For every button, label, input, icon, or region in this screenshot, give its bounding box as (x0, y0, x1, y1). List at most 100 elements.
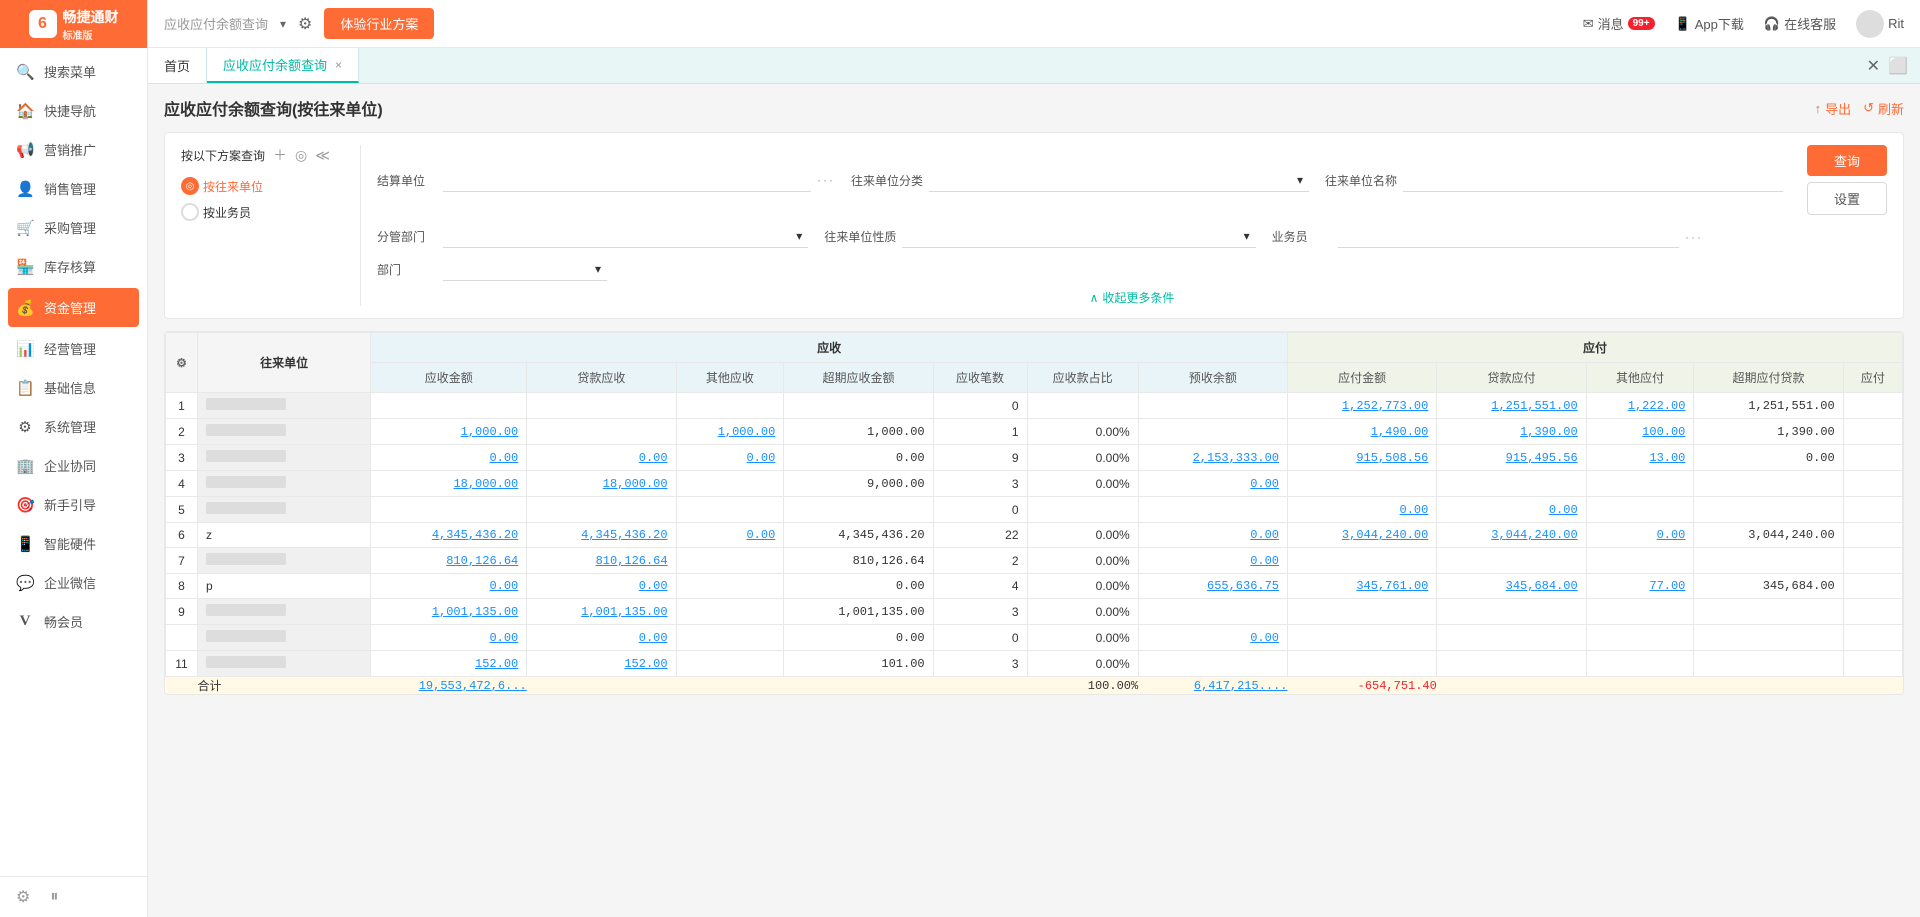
salesperson-input[interactable] (1338, 225, 1679, 248)
table-cell[interactable] (1586, 548, 1694, 574)
tab-home[interactable]: 首页 (148, 48, 207, 83)
table-cell[interactable] (1288, 548, 1437, 574)
table-cell[interactable]: 0.00 (1138, 523, 1287, 548)
header-dropdown[interactable]: ▾ (280, 17, 286, 31)
company-dots[interactable]: ··· (817, 173, 835, 187)
table-cell[interactable] (1586, 625, 1694, 651)
table-cell[interactable]: 77.00 (1586, 574, 1694, 599)
table-cell[interactable] (371, 393, 527, 419)
table-cell[interactable] (1437, 625, 1586, 651)
header-app[interactable]: 📱 App下载 (1675, 14, 1744, 33)
table-cell[interactable]: 152.00 (527, 651, 676, 677)
table-cell[interactable]: 0.00 (1138, 625, 1287, 651)
add-filter-icon[interactable]: ＋ (273, 145, 287, 165)
sidebar-item-basic[interactable]: 📋 基础信息 (0, 368, 147, 407)
sidebar-item-guide[interactable]: 🎯 新手引导 (0, 485, 147, 524)
table-cell[interactable] (1586, 471, 1694, 497)
sidebar-item-enterprise[interactable]: 🏢 企业协同 (0, 446, 147, 485)
sidebar-item-hardware[interactable]: 📱 智能硬件 (0, 524, 147, 563)
close-window-icon[interactable]: ✕ (1867, 56, 1880, 76)
sidebar-item-system[interactable]: ⚙ 系统管理 (0, 407, 147, 446)
tab-close-icon[interactable]: × (335, 58, 342, 72)
table-cell[interactable] (1437, 651, 1586, 677)
table-cell[interactable]: 1,390.00 (1437, 419, 1586, 445)
table-cell[interactable]: 1,000.00 (371, 419, 527, 445)
table-cell[interactable] (676, 393, 784, 419)
table-cell[interactable] (527, 393, 676, 419)
table-cell[interactable]: 0.00 (1288, 497, 1437, 523)
company-input[interactable] (443, 169, 811, 192)
header-service[interactable]: 🎧 在线客服 (1764, 14, 1836, 33)
table-cell[interactable] (1288, 599, 1437, 625)
table-cell[interactable]: 0.00 (527, 445, 676, 471)
table-cell[interactable] (1138, 497, 1287, 523)
header-message[interactable]: ✉ 消息 99+ (1583, 14, 1655, 33)
table-cell[interactable]: 100.00 (1586, 419, 1694, 445)
tab-arbalance[interactable]: 应收应付余额查询 × (207, 48, 359, 83)
table-cell[interactable]: 152.00 (371, 651, 527, 677)
export-button[interactable]: ↑ 导出 (1815, 99, 1852, 118)
dept-select[interactable]: ▾ (443, 225, 808, 248)
table-cell[interactable]: 0.00 (1138, 471, 1287, 497)
table-cell[interactable]: 0.00 (527, 574, 676, 599)
table-cell[interactable]: 915,495.56 (1437, 445, 1586, 471)
gear-icon[interactable]: ⚙ (176, 356, 187, 370)
refresh-button[interactable]: ↺ 刷新 (1863, 99, 1904, 118)
table-cell[interactable]: 655,636.75 (1138, 574, 1287, 599)
table-cell[interactable] (1437, 599, 1586, 625)
footer-settings-icon[interactable]: ⚙ (16, 887, 30, 907)
sidebar-item-purchase[interactable]: 🛒 采购管理 (0, 208, 147, 247)
table-cell[interactable]: 345,684.00 (1437, 574, 1586, 599)
table-cell[interactable]: 18,000.00 (371, 471, 527, 497)
table-cell[interactable]: 1,222.00 (1586, 393, 1694, 419)
table-cell[interactable]: 0.00 (371, 445, 527, 471)
table-cell[interactable]: 1,001,135.00 (371, 599, 527, 625)
sidebar-item-sales[interactable]: 👤 销售管理 (0, 169, 147, 208)
query-button[interactable]: 查询 (1807, 145, 1887, 176)
table-cell[interactable] (676, 471, 784, 497)
table-cell[interactable]: 18,000.00 (527, 471, 676, 497)
filter-option-customer[interactable]: ◎ 按往来单位 (181, 177, 344, 195)
table-cell[interactable]: 0.00 (1437, 497, 1586, 523)
sidebar-item-marketing[interactable]: 📢 营销推广 (0, 130, 147, 169)
category-select[interactable]: ▾ (929, 169, 1309, 192)
table-cell[interactable]: 345,761.00 (1288, 574, 1437, 599)
table-cell[interactable]: 1,251,551.00 (1437, 393, 1586, 419)
table-cell[interactable]: 1,001,135.00 (527, 599, 676, 625)
table-cell[interactable]: 1,252,773.00 (1288, 393, 1437, 419)
settings-button[interactable]: 设置 (1807, 182, 1887, 215)
table-cell[interactable] (676, 651, 784, 677)
table-cell[interactable] (1138, 393, 1287, 419)
table-cell[interactable] (1288, 651, 1437, 677)
total-ar-prepay[interactable]: 6,417,215.... (1138, 677, 1287, 695)
nature-select[interactable]: ▾ (902, 225, 1255, 248)
sidebar-item-member[interactable]: V 畅会员 (0, 602, 147, 641)
sidebar-item-quick[interactable]: 🏠 快捷导航 (0, 91, 147, 130)
table-cell[interactable] (1586, 599, 1694, 625)
plan-button[interactable]: 体验行业方案 (324, 8, 434, 39)
table-cell[interactable] (1586, 497, 1694, 523)
subdept-select[interactable]: ▾ (443, 258, 607, 281)
table-cell[interactable]: 1,000.00 (676, 419, 784, 445)
total-ar-amount[interactable]: 19,553,472,6... (371, 677, 527, 695)
sidebar-item-wechat[interactable]: 💬 企业微信 (0, 563, 147, 602)
table-cell[interactable] (1437, 471, 1586, 497)
table-cell[interactable] (1138, 419, 1287, 445)
partnername-input[interactable] (1403, 169, 1783, 192)
table-cell[interactable]: 3,044,240.00 (1288, 523, 1437, 548)
table-cell[interactable]: 0.00 (676, 445, 784, 471)
collapse-button[interactable]: ∧ 收起更多条件 (1090, 289, 1175, 306)
table-cell[interactable]: 0.00 (371, 574, 527, 599)
collapse-filter-icon[interactable]: ≪ (315, 147, 330, 164)
table-cell[interactable]: 3,044,240.00 (1437, 523, 1586, 548)
sidebar-item-inventory[interactable]: 🏪 库存核算 (0, 247, 147, 286)
maximize-icon[interactable]: ⬜ (1888, 56, 1908, 76)
edit-filter-icon[interactable]: ◎ (295, 147, 307, 164)
footer-collapse-icon[interactable]: ⏸ (50, 888, 58, 906)
sidebar-item-search[interactable]: 🔍 搜索菜单 (0, 52, 147, 91)
th-gear[interactable]: ⚙ (166, 333, 198, 393)
filter-option-staff[interactable]: 按业务员 (181, 203, 344, 221)
header-user[interactable]: Rit (1856, 10, 1904, 38)
table-cell[interactable] (1586, 651, 1694, 677)
table-cell[interactable]: 0.00 (676, 523, 784, 548)
